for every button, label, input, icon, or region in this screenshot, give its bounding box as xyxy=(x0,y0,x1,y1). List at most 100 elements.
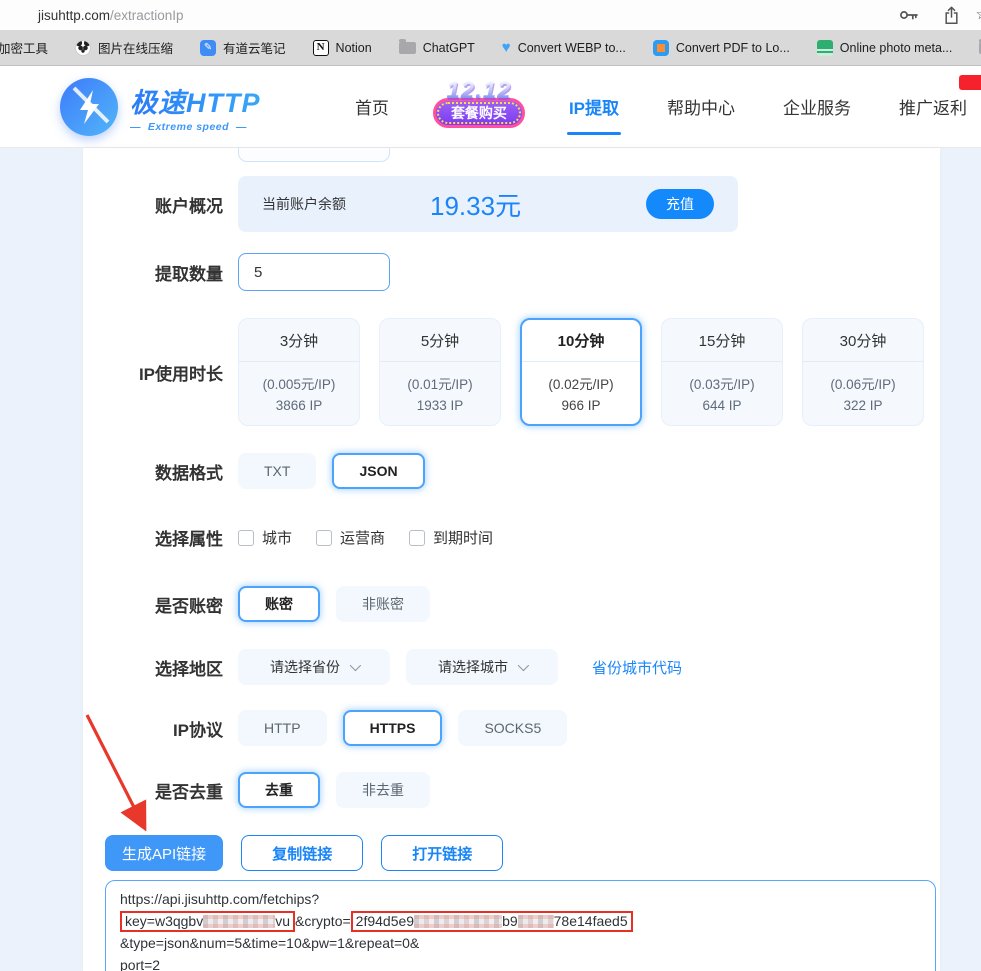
duration-card-30min[interactable]: 30分钟 (0.06元/IP) 322 IP xyxy=(802,318,924,426)
checkbox-box[interactable] xyxy=(238,529,254,546)
auth-credential-button-selected[interactable]: 账密 xyxy=(238,586,320,622)
api-url-line3: port=2 xyxy=(120,957,161,971)
bookmark-item[interactable]: ChatGPT xyxy=(398,38,475,55)
bookmark-label: Convert PDF to Lo... xyxy=(675,40,790,55)
bookmark-item[interactable]: Online photo meta... xyxy=(816,39,953,56)
main-nav: 首页 12.12 套餐购买 IP提取 帮助中心 企业服务 推广返利 xyxy=(355,78,971,135)
pdf-favicon xyxy=(652,39,669,56)
nav-item-help-center[interactable]: 帮助中心 xyxy=(667,94,735,119)
crypto-highlight-box: 2f94d5e9 b9 78e14faed5 xyxy=(350,911,633,932)
province-city-code-link[interactable]: 省份城市代码 xyxy=(592,657,682,678)
duration-card-5min[interactable]: 5分钟 (0.01元/IP) 1933 IP xyxy=(379,318,501,426)
format-txt-button[interactable]: TXT xyxy=(238,453,317,489)
chevron-down-icon xyxy=(349,659,362,672)
duration-options: 3分钟 (0.005元/IP) 3866 IP 5分钟 (0.01元/IP) 1… xyxy=(238,318,924,426)
region-row: 选择地区 请选择省份 请选择城市 省份城市代码 xyxy=(105,649,940,685)
recharge-button[interactable]: 充值 xyxy=(646,189,714,219)
duration-card-10min-selected[interactable]: 10分钟 (0.02元/IP) 966 IP xyxy=(520,318,642,426)
url-bar[interactable]: jisuhttp.com/extractionIp ☆ xyxy=(0,0,981,30)
cut-off-field xyxy=(238,148,390,162)
row-label: IP使用时长 xyxy=(138,364,223,384)
row-label: 账户概况 xyxy=(155,196,223,216)
account-row: 账户概况 当前账户余额 19.33元 充值 xyxy=(105,176,940,232)
row-label: 是否账密 xyxy=(155,596,223,616)
bookmark-item[interactable]: N Notion xyxy=(312,39,372,56)
bookmark-item[interactable]: ♥ Convert WEBP to... xyxy=(502,40,626,55)
checkbox-city[interactable]: 城市 xyxy=(238,527,292,548)
bookmark-item[interactable]: 图片在线压缩 xyxy=(75,38,173,57)
red-corner-badge xyxy=(959,75,981,90)
quantity-input[interactable] xyxy=(238,253,390,291)
chevron-down-icon xyxy=(517,659,530,672)
bookmark-label: ChatGPT xyxy=(422,40,475,55)
row-label: 数据格式 xyxy=(155,463,223,483)
row-label: 选择属性 xyxy=(155,530,223,549)
dedupe-row: 是否去重 去重 非去重 xyxy=(105,772,940,808)
content-area: 账户概况 当前账户余额 19.33元 充值 提取数量 IP使用时长 3分钟 ( xyxy=(0,148,981,971)
api-url-output[interactable]: https://api.jisuhttp.com/fetchips? key=w… xyxy=(105,880,936,971)
row-label: 是否去重 xyxy=(155,782,223,802)
duration-card-15min[interactable]: 15分钟 (0.03元/IP) 644 IP xyxy=(661,318,783,426)
lightning-bolt-icon xyxy=(60,77,118,136)
duration-card-3min[interactable]: 3分钟 (0.005元/IP) 3866 IP xyxy=(238,318,360,426)
protocol-row: IP协议 HTTP HTTPS SOCKS5 xyxy=(105,710,940,746)
brand-tagline: — Extreme speed — xyxy=(130,120,247,133)
bookmark-label: 加密工具 xyxy=(0,42,49,56)
checkbox-box[interactable] xyxy=(409,529,426,546)
panda-favicon xyxy=(75,39,92,56)
checkbox-isp[interactable]: 运营商 xyxy=(316,527,385,548)
balance-label: 当前账户余额 xyxy=(262,196,346,212)
bookmarks-bar: 加密工具 图片在线压缩 ✎ 有道云笔记 N Notion ChatGPT ♥ Conv… xyxy=(0,30,981,66)
format-json-button-selected[interactable]: JSON xyxy=(332,453,425,489)
bookmark-label: Notion xyxy=(335,40,372,55)
brand-logo[interactable]: 极速HTTP — Extreme speed — xyxy=(60,77,261,136)
nav-item-home[interactable]: 首页 xyxy=(355,94,389,119)
row-label: 提取数量 xyxy=(155,264,223,284)
active-tab-underline xyxy=(566,132,621,135)
censored-crypto-mosaic xyxy=(517,915,554,928)
checkbox-box[interactable] xyxy=(316,529,333,546)
protocol-https-button-selected[interactable]: HTTPS xyxy=(342,710,443,746)
generate-api-link-button[interactable]: 生成API链接 xyxy=(105,835,224,871)
auth-row: 是否账密 账密 非账密 xyxy=(105,586,940,622)
bookmark-item[interactable]: ✎ 有道云笔记 xyxy=(200,38,286,57)
brand-name: 极速HTTP xyxy=(130,81,261,120)
pencil-favicon: ✎ xyxy=(200,39,217,56)
nav-item-enterprise[interactable]: 企业服务 xyxy=(783,94,851,119)
nav-item-ip-extract[interactable]: IP提取 xyxy=(566,94,621,135)
bookmark-label: 图片在线压缩 xyxy=(98,42,174,56)
page-url-path: /extractionIp xyxy=(110,7,184,23)
censored-crypto-mosaic xyxy=(414,915,503,928)
protocol-http-button[interactable]: HTTP xyxy=(238,710,327,746)
row-label: 选择地区 xyxy=(155,659,223,679)
province-select[interactable]: 请选择省份 xyxy=(238,649,390,685)
extraction-form-card: 账户概况 当前账户余额 19.33元 充值 提取数量 IP使用时长 3分钟 ( xyxy=(83,148,940,971)
copy-link-button[interactable]: 复制链接 xyxy=(241,835,364,871)
key-highlight-box: key=w3qgbv vu xyxy=(120,911,296,932)
duration-row: IP使用时长 3分钟 (0.005元/IP) 3866 IP 5分钟 (0.01… xyxy=(105,318,940,426)
account-panel: 当前账户余额 19.33元 充值 xyxy=(238,176,738,232)
bookmark-label: Convert WEBP to... xyxy=(517,40,626,55)
format-row: 数据格式 TXT JSON xyxy=(105,453,940,489)
city-select[interactable]: 请选择城市 xyxy=(406,649,558,685)
api-url-line1: https://api.jisuhttp.com/fetchips? xyxy=(120,891,320,907)
share-icon[interactable] xyxy=(944,6,959,25)
nav-item-referral[interactable]: 推广返利 xyxy=(899,94,967,119)
checkbox-expiry[interactable]: 到期时间 xyxy=(409,527,493,548)
open-link-button[interactable]: 打开链接 xyxy=(381,835,504,871)
password-key-icon[interactable] xyxy=(899,8,920,22)
protocol-socks5-button[interactable]: SOCKS5 xyxy=(458,710,568,746)
quantity-row: 提取数量 xyxy=(105,253,940,291)
bookmark-label: Online photo meta... xyxy=(839,40,953,55)
bookmark-item[interactable]: 加密工具 xyxy=(0,38,48,57)
site-header: 极速HTTP — Extreme speed — 首页 12.12 套餐购买 I… xyxy=(0,66,981,148)
promo-badge[interactable]: 12.12 套餐购买 xyxy=(432,78,525,128)
bookmark-item[interactable]: Convert PDF to Lo... xyxy=(652,39,790,56)
dedupe-off-button[interactable]: 非去重 xyxy=(336,772,430,808)
cut-off-toolbar-icon[interactable]: ☆ xyxy=(976,5,981,23)
dedupe-on-button-selected[interactable]: 去重 xyxy=(238,772,320,808)
photo-favicon xyxy=(816,39,833,56)
screen: jisuhttp.com/extractionIp ☆ 加密工具 图片在线压缩 … xyxy=(0,0,981,971)
auth-no-credential-button[interactable]: 非账密 xyxy=(336,586,430,622)
heart-favicon: ♥ xyxy=(501,39,511,56)
